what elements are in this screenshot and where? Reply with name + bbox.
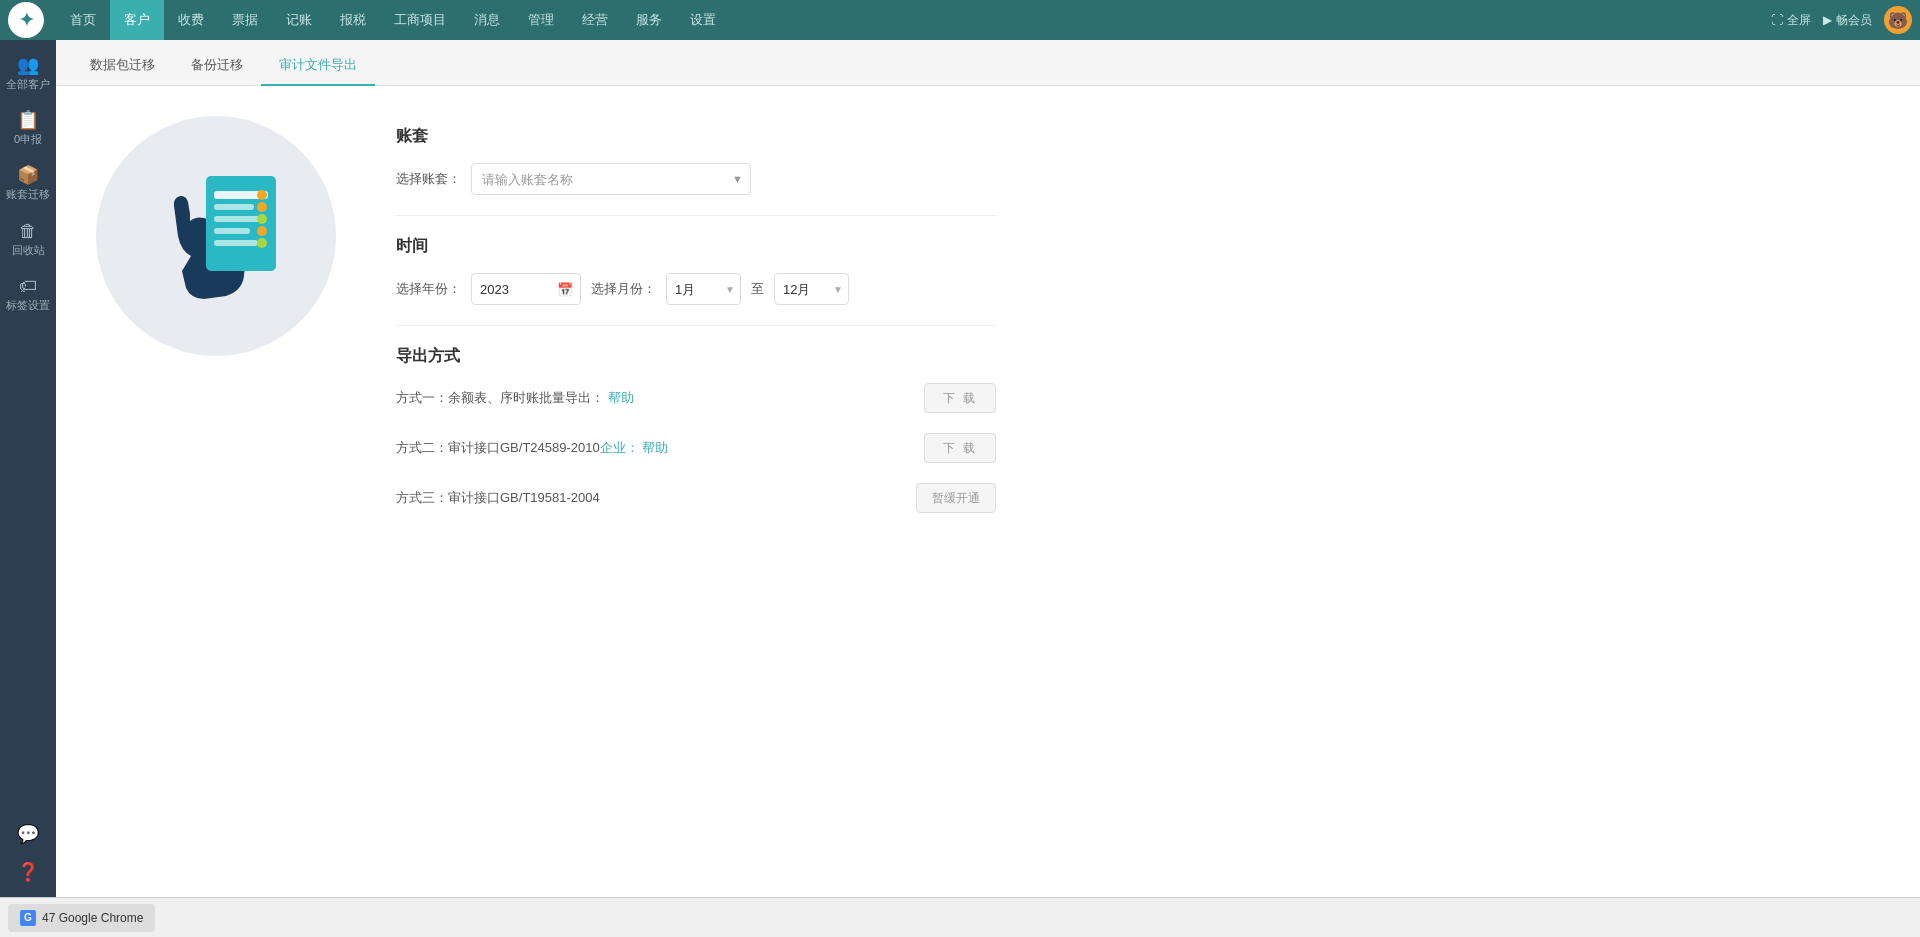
export-method-1-label: 方式一：余额表、序时账批量导出： 帮助 xyxy=(396,389,912,407)
export-method-row-3: 方式三：审计接口GB/T19581-2004 暂缓开通 xyxy=(396,483,996,513)
help-icon: ❓ xyxy=(17,863,39,881)
nav-tax[interactable]: 报税 xyxy=(326,0,380,40)
illustration-svg xyxy=(136,146,296,326)
declaration-icon: 📋 xyxy=(17,111,39,129)
user-avatar[interactable]: 🐻 xyxy=(1884,6,1912,34)
tab-data-migration[interactable]: 数据包迁移 xyxy=(72,46,173,86)
label-icon: 🏷 xyxy=(19,277,37,295)
nav-right: ⛶ 全屏 ▶ 畅会员 🐻 xyxy=(1771,6,1912,34)
page-content: 账套 选择账套： 请输入账套名称 ▼ 时间 选择年份： xyxy=(56,86,1920,897)
svg-rect-4 xyxy=(214,228,250,234)
svg-point-8 xyxy=(257,214,267,224)
sidebar-item-help[interactable]: ❓ xyxy=(2,855,54,889)
export-method-1-download-button[interactable]: 下 载 xyxy=(924,383,996,413)
sidebar-item-label-settings[interactable]: 🏷 标签设置 xyxy=(2,269,54,320)
year-label: 选择年份： xyxy=(396,280,461,298)
export-section-title: 导出方式 xyxy=(396,346,996,367)
export-method-row-2: 方式二：审计接口GB/T24589-2010企业： 帮助 下 载 xyxy=(396,433,996,463)
sidebar-item-chat[interactable]: 💬 xyxy=(2,817,54,851)
nav-billing[interactable]: 收费 xyxy=(164,0,218,40)
month-label: 选择月份： xyxy=(591,280,656,298)
account-select-row: 选择账套： 请输入账套名称 ▼ xyxy=(396,163,996,195)
member-button[interactable]: ▶ 畅会员 xyxy=(1823,12,1872,29)
taskbar: G 47 Google Chrome xyxy=(0,897,1920,937)
time-row: 选择年份： 📅 选择月份： 1月2月3月 4月5月6月 7月8月9月 10月11… xyxy=(396,273,996,305)
nav-invoice[interactable]: 票据 xyxy=(218,0,272,40)
year-input[interactable] xyxy=(471,273,581,305)
export-method-2-help[interactable]: 帮助 xyxy=(642,440,668,455)
nav-business[interactable]: 工商项目 xyxy=(380,0,460,40)
end-month-wrapper: 1月2月3月 4月5月6月 7月8月9月 10月11月12月 ▼ xyxy=(774,273,849,305)
chrome-icon: G xyxy=(20,910,36,926)
svg-point-10 xyxy=(257,238,267,248)
sidebar-bottom: 💬 ❓ xyxy=(2,817,54,897)
sidebar-item-zero-declaration[interactable]: 📋 0申报 xyxy=(2,103,54,154)
account-select-label: 选择账套： xyxy=(396,170,461,188)
tab-audit-export[interactable]: 审计文件导出 xyxy=(261,46,375,86)
svg-point-6 xyxy=(257,190,267,200)
svg-rect-5 xyxy=(214,240,258,246)
nav-customer[interactable]: 客户 xyxy=(110,0,164,40)
taskbar-chrome[interactable]: G 47 Google Chrome xyxy=(8,904,155,932)
nav-home[interactable]: 首页 xyxy=(56,0,110,40)
main-layout: 👥 全部客户 📋 0申报 📦 账套迁移 🗑 回收站 🏷 标签设置 💬 ❓ xyxy=(0,40,1920,897)
export-method-3-label: 方式三：审计接口GB/T19581-2004 xyxy=(396,489,904,507)
top-navigation: ✦ 首页 客户 收费 票据 记账 报税 工商项目 消息 管理 经营 服务 设置 … xyxy=(0,0,1920,40)
chat-icon: 💬 xyxy=(17,825,39,843)
app-logo: ✦ xyxy=(8,2,44,38)
svg-point-9 xyxy=(257,226,267,236)
migration-icon: 📦 xyxy=(17,166,39,184)
left-sidebar: 👥 全部客户 📋 0申报 📦 账套迁移 🗑 回收站 🏷 标签设置 💬 ❓ xyxy=(0,40,56,897)
export-method-1-help[interactable]: 帮助 xyxy=(608,390,634,405)
sidebar-item-recycle[interactable]: 🗑 回收站 xyxy=(2,214,54,265)
form-area: 账套 选择账套： 请输入账套名称 ▼ 时间 选择年份： xyxy=(396,116,996,533)
export-method-3-coming-soon-button[interactable]: 暂缓开通 xyxy=(916,483,996,513)
tab-bar: 数据包迁移 备份迁移 审计文件导出 xyxy=(56,40,1920,86)
account-select-wrapper: 请输入账套名称 ▼ xyxy=(471,163,751,195)
taskbar-chrome-label: 47 Google Chrome xyxy=(42,911,143,925)
export-method-2-download-button[interactable]: 下 载 xyxy=(924,433,996,463)
nav-items: 首页 客户 收费 票据 记账 报税 工商项目 消息 管理 经营 服务 设置 xyxy=(56,0,1771,40)
sidebar-item-account-migration[interactable]: 📦 账套迁移 xyxy=(2,158,54,209)
nav-operation[interactable]: 经营 xyxy=(568,0,622,40)
nav-service[interactable]: 服务 xyxy=(622,0,676,40)
section-divider-1 xyxy=(396,215,996,216)
account-select[interactable]: 请输入账套名称 xyxy=(471,163,751,195)
svg-rect-0 xyxy=(206,176,276,271)
end-month-select[interactable]: 1月2月3月 4月5月6月 7月8月9月 10月11月12月 xyxy=(774,273,849,305)
nav-manage[interactable]: 管理 xyxy=(514,0,568,40)
fullscreen-button[interactable]: ⛶ 全屏 xyxy=(1771,12,1811,29)
illustration-area xyxy=(96,116,336,356)
year-input-wrapper: 📅 xyxy=(471,273,581,305)
tab-backup-migration[interactable]: 备份迁移 xyxy=(173,46,261,86)
nav-bookkeeping[interactable]: 记账 xyxy=(272,0,326,40)
trash-icon: 🗑 xyxy=(19,222,37,240)
customers-icon: 👥 xyxy=(17,56,39,74)
section-divider-2 xyxy=(396,325,996,326)
svg-rect-2 xyxy=(214,204,254,210)
illustration-circle xyxy=(96,116,336,356)
nav-settings[interactable]: 设置 xyxy=(676,0,730,40)
svg-rect-3 xyxy=(214,216,262,222)
export-method-2-label: 方式二：审计接口GB/T24589-2010企业： 帮助 xyxy=(396,439,912,457)
start-month-select[interactable]: 1月2月3月 4月5月6月 7月8月9月 10月11月12月 xyxy=(666,273,741,305)
account-section-title: 账套 xyxy=(396,126,996,147)
svg-point-7 xyxy=(257,202,267,212)
time-section-title: 时间 xyxy=(396,236,996,257)
nav-message[interactable]: 消息 xyxy=(460,0,514,40)
to-separator: 至 xyxy=(751,280,764,298)
export-method-row-1: 方式一：余额表、序时账批量导出： 帮助 下 载 xyxy=(396,383,996,413)
start-month-wrapper: 1月2月3月 4月5月6月 7月8月9月 10月11月12月 ▼ xyxy=(666,273,741,305)
content-area: 数据包迁移 备份迁移 审计文件导出 xyxy=(56,40,1920,897)
sidebar-item-all-customers[interactable]: 👥 全部客户 xyxy=(2,48,54,99)
